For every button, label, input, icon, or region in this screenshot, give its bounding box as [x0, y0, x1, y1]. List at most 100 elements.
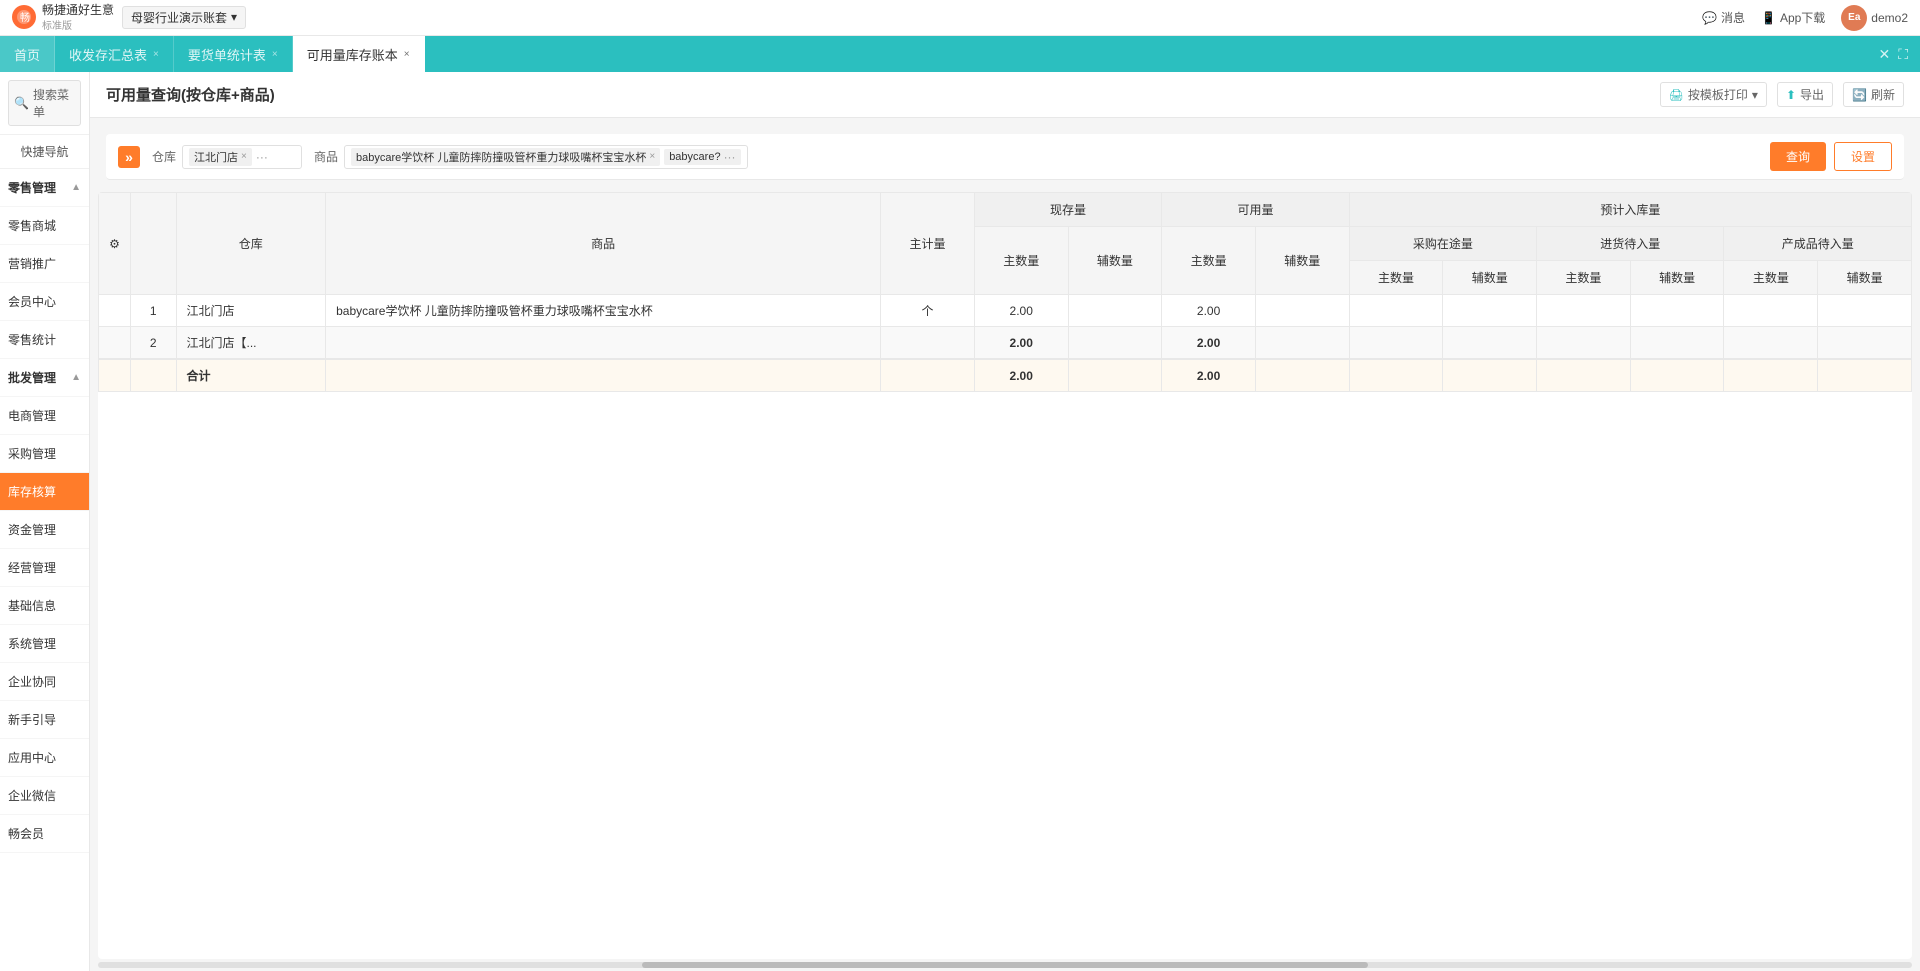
sidebar-item-vip[interactable]: 畅会员: [0, 815, 89, 853]
th-purchase-group: 采购在途量: [1349, 227, 1536, 261]
cell-stock-aux: [1068, 295, 1162, 327]
sidebar: 🔍 搜索菜单 快捷导航 零售管理 ▲ 零售商城 营销推广 会员中心 零售统计 批…: [0, 72, 90, 971]
print-btn[interactable]: 🖨 按模板打印 ▾: [1660, 82, 1767, 107]
close-icon[interactable]: ×: [272, 49, 278, 60]
sidebar-item-retail-mgmt[interactable]: 零售管理 ▲: [0, 169, 89, 207]
user-menu[interactable]: Ea demo2: [1841, 5, 1908, 31]
cell-stock-main: 2.00: [974, 327, 1068, 360]
sidebar-item-basic-info[interactable]: 基础信息: [0, 587, 89, 625]
cell-purchase-main: [1349, 295, 1443, 327]
warehouse-filter-input[interactable]: 江北门店 × ···: [182, 145, 302, 169]
table-container: ⚙ 仓库 商品 主计量 现存量 可用量 预计入库量 主数量 辅数量 主数量 辅数…: [98, 192, 1912, 959]
logo-area: 畅 畅捷通好生意 标准版: [12, 3, 114, 32]
cell-product: babycare学饮杯 儿童防摔防撞吸管杯重力球吸嘴杯宝宝水杯: [326, 295, 881, 327]
expand-icon[interactable]: ⛶: [1898, 46, 1908, 63]
sidebar-item-inventory[interactable]: 库存核算: [0, 473, 89, 511]
top-bar: 畅 畅捷通好生意 标准版 母婴行业演示账套 ▾ 💬 消息 📱 App下载 Ea …: [0, 0, 1920, 36]
chevron-up-icon: ▲: [71, 182, 81, 193]
tab-label: 要货单统计表: [188, 45, 266, 64]
cell-warehouse: 江北门店: [176, 295, 326, 327]
home-tab-label: 首页: [14, 45, 40, 64]
th-gear[interactable]: ⚙: [99, 193, 131, 295]
tag-close-icon[interactable]: ×: [241, 151, 247, 162]
filter-bar: » 仓库 江北门店 × ··· 商品 babyca: [106, 134, 1904, 180]
total-prod-main: [1724, 359, 1818, 392]
tag-close-icon[interactable]: ×: [649, 151, 655, 162]
refresh-btn[interactable]: 🔄 刷新: [1843, 82, 1904, 107]
sidebar-item-system[interactable]: 系统管理: [0, 625, 89, 663]
filter-expand-btn[interactable]: »: [118, 146, 140, 168]
sidebar-item-retail-stats[interactable]: 零售统计: [0, 321, 89, 359]
sidebar-item-onboarding[interactable]: 新手引导: [0, 701, 89, 739]
product-tag-2: babycare? ···: [664, 149, 740, 165]
search-icon: 🔍: [14, 96, 29, 110]
setting-btn[interactable]: 设置: [1834, 142, 1892, 171]
nav-tabs: 首页 收发存汇总表 × 要货单统计表 × 可用量库存账本 × ✕ ⛶: [0, 36, 1920, 72]
query-btn[interactable]: 查询: [1770, 142, 1826, 171]
total-product: [326, 359, 881, 392]
th-incoming-aux: 辅数量: [1630, 261, 1724, 295]
data-table: ⚙ 仓库 商品 主计量 现存量 可用量 预计入库量 主数量 辅数量 主数量 辅数…: [98, 192, 1912, 392]
sidebar-item-wholesale-mgmt[interactable]: 批发管理 ▲: [0, 359, 89, 397]
sidebar-item-enterprise-wechat[interactable]: 企业微信: [0, 777, 89, 815]
phone-icon: 📱: [1761, 11, 1776, 25]
th-incoming-group: 进货待入量: [1537, 227, 1724, 261]
tab-label: 可用量库存账本: [307, 45, 398, 64]
sidebar-item-enterprise-collab[interactable]: 企业协同: [0, 663, 89, 701]
message-icon: 💬: [1702, 11, 1717, 25]
close-icon[interactable]: ×: [153, 49, 159, 60]
print-icon: 🖨: [1669, 88, 1684, 102]
horizontal-scrollbar[interactable]: [90, 959, 1920, 971]
logo-sub: 标准版: [42, 17, 114, 32]
message-btn[interactable]: 💬 消息: [1702, 9, 1745, 26]
th-stock-main: 主数量: [974, 227, 1068, 295]
tab-order-stats[interactable]: 要货单统计表 ×: [174, 36, 293, 72]
tab-receive-summary[interactable]: 收发存汇总表 ×: [55, 36, 174, 72]
cell-incoming-aux: [1630, 327, 1724, 360]
cell-stock-main: 2.00: [974, 295, 1068, 327]
quick-nav-btn[interactable]: 快捷导航: [0, 135, 89, 169]
main-layout: 🔍 搜索菜单 快捷导航 零售管理 ▲ 零售商城 营销推广 会员中心 零售统计 批…: [0, 72, 1920, 971]
sidebar-item-retail-mall[interactable]: 零售商城: [0, 207, 89, 245]
sidebar-item-finance[interactable]: 资金管理: [0, 511, 89, 549]
total-incoming-main: [1537, 359, 1631, 392]
cell-gear[interactable]: [99, 327, 131, 360]
sidebar-item-operations[interactable]: 经营管理: [0, 549, 89, 587]
th-avail-aux: 辅数量: [1255, 227, 1349, 295]
scroll-thumb[interactable]: [642, 962, 1368, 968]
total-row: 合计 2.00 2.00: [99, 359, 1912, 392]
close-icon[interactable]: ×: [404, 49, 410, 60]
app-download-btn[interactable]: 📱 App下载: [1761, 9, 1825, 26]
sidebar-item-ecommerce[interactable]: 电商管理: [0, 397, 89, 435]
cell-gear[interactable]: [99, 295, 131, 327]
sidebar-item-purchase[interactable]: 采购管理: [0, 435, 89, 473]
th-unit: 主计量: [881, 193, 975, 295]
th-avail-group: 可用量: [1162, 193, 1349, 227]
page-header: 可用量查询(按仓库+商品) 🖨 按模板打印 ▾ ⬆ 导出 🔄 刷新: [90, 72, 1920, 118]
th-prod-main: 主数量: [1724, 261, 1818, 295]
total-purchase-main: [1349, 359, 1443, 392]
tab-home[interactable]: 首页: [0, 36, 55, 72]
sidebar-item-marketing[interactable]: 营销推广: [0, 245, 89, 283]
top-bar-right: 💬 消息 📱 App下载 Ea demo2: [1702, 5, 1908, 31]
nav-spacer: [425, 36, 1867, 72]
more-icon[interactable]: ···: [256, 150, 268, 164]
tab-available-stock[interactable]: 可用量库存账本 ×: [293, 36, 425, 72]
filter-warehouse-group: 仓库 江北门店 × ···: [152, 145, 302, 169]
scroll-track[interactable]: [98, 962, 1912, 968]
cell-avail-aux: [1255, 295, 1349, 327]
sidebar-item-members[interactable]: 会员中心: [0, 283, 89, 321]
cell-warehouse: 江北门店【...: [176, 327, 326, 360]
close-all-icon[interactable]: ✕: [1878, 46, 1890, 63]
more-icon[interactable]: ···: [724, 150, 736, 164]
product-filter-input[interactable]: babycare学饮杯 儿童防摔防撞吸管杯重力球吸嘴杯宝宝水杯 × babyca…: [344, 145, 748, 169]
sidebar-item-app-center[interactable]: 应用中心: [0, 739, 89, 777]
search-menu-btn[interactable]: 🔍 搜索菜单: [8, 80, 81, 126]
cell-avail-main: 2.00: [1162, 295, 1256, 327]
cell-incoming-aux: [1630, 295, 1724, 327]
th-incoming-main: 主数量: [1537, 261, 1631, 295]
industry-selector[interactable]: 母婴行业演示账套 ▾: [122, 6, 246, 29]
cell-prod-aux: [1818, 327, 1912, 360]
th-product: 商品: [326, 193, 881, 295]
export-btn[interactable]: ⬆ 导出: [1777, 82, 1833, 107]
